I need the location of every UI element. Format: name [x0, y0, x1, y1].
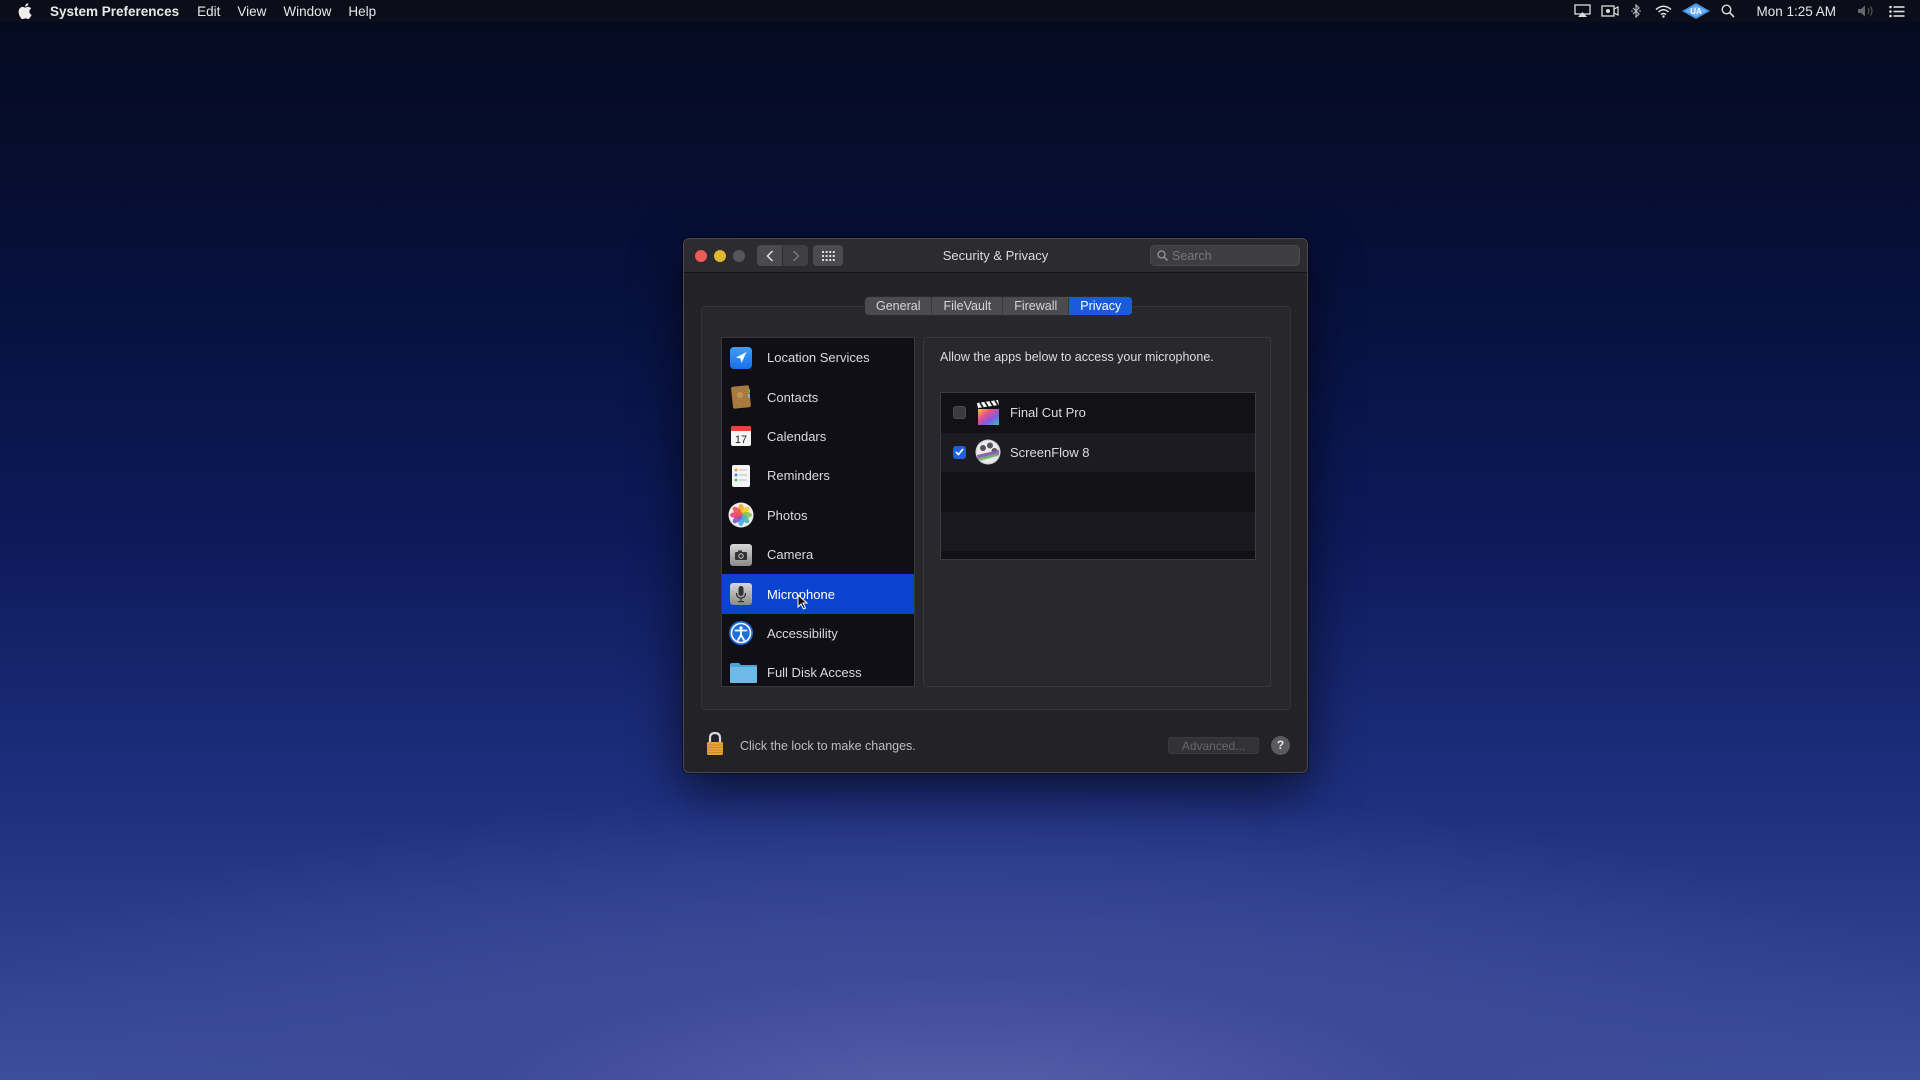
reminders-icon — [728, 463, 754, 489]
app-list: Final Cut Pro ScreenFlow 8 — [940, 392, 1256, 560]
microphone-detail-pane: Allow the apps below to access your micr… — [923, 337, 1271, 687]
notification-center-icon[interactable] — [1882, 0, 1912, 22]
sidebar-item-label: Calendars — [767, 428, 827, 444]
search-input[interactable] — [1172, 248, 1292, 263]
accessibility-icon — [728, 620, 754, 646]
contacts-book-icon — [728, 384, 754, 410]
title-bar[interactable]: Security & Privacy — [684, 239, 1307, 273]
menu-view[interactable]: View — [237, 4, 266, 19]
search-field[interactable] — [1150, 245, 1300, 266]
minimize-button[interactable] — [714, 250, 726, 262]
sidebar-item-accessibility[interactable]: Accessibility — [722, 614, 914, 653]
sidebar-item-microphone[interactable]: Microphone — [722, 574, 914, 614]
screenflow-icon — [974, 438, 1002, 466]
apple-logo-icon[interactable] — [18, 3, 36, 19]
bluetooth-icon[interactable] — [1624, 0, 1648, 22]
help-button[interactable]: ? — [1271, 736, 1290, 755]
show-all-button[interactable] — [813, 245, 843, 266]
mouse-cursor-icon — [797, 593, 809, 615]
app-row-final-cut-pro[interactable]: Final Cut Pro — [941, 393, 1255, 433]
lock-icon[interactable] — [706, 731, 724, 761]
app-checkbox[interactable] — [953, 406, 966, 420]
security-privacy-window: Security & Privacy Ge — [683, 238, 1308, 773]
sidebar-item-camera[interactable]: Camera — [722, 535, 914, 574]
sidebar-item-label: Contacts — [767, 389, 819, 405]
screen-record-icon[interactable] — [1596, 0, 1624, 22]
microphone-icon — [728, 581, 754, 607]
wifi-icon[interactable] — [1648, 0, 1678, 22]
universal-audio-icon[interactable]: UA — [1678, 0, 1714, 22]
folder-icon — [728, 660, 758, 686]
sidebar-item-calendars[interactable]: 17 Calendars — [722, 417, 914, 456]
app-name: Final Cut Pro — [1010, 405, 1086, 421]
app-checkbox[interactable] — [953, 445, 966, 459]
sidebar-item-label: Camera — [767, 547, 814, 563]
sidebar-item-label: Accessibility — [767, 625, 838, 641]
airplay-icon[interactable] — [1568, 0, 1596, 22]
tab-filevault[interactable]: FileVault — [932, 297, 1004, 315]
menu-edit[interactable]: Edit — [197, 4, 220, 19]
camera-icon — [728, 542, 754, 568]
forward-button[interactable] — [783, 245, 808, 266]
privacy-category-list: Location Services Contacts 17 Calendars … — [721, 337, 915, 687]
sidebar-item-label: Reminders — [767, 468, 830, 484]
checkmark-icon — [955, 448, 964, 456]
zoom-button[interactable] — [733, 250, 745, 262]
sidebar-item-location-services[interactable]: Location Services — [722, 338, 914, 377]
menu-help[interactable]: Help — [348, 4, 376, 19]
location-arrow-icon — [728, 345, 754, 371]
close-button[interactable] — [695, 250, 707, 262]
grid-icon — [821, 250, 835, 261]
empty-row — [941, 472, 1255, 512]
sidebar-item-label: Full Disk Access — [767, 665, 862, 681]
back-button[interactable] — [757, 245, 782, 266]
sidebar-item-full-disk-access[interactable]: Full Disk Access — [722, 653, 914, 692]
sidebar-item-photos[interactable]: Photos — [722, 496, 914, 535]
sidebar-item-contacts[interactable]: Contacts — [722, 377, 914, 416]
spotlight-search-icon[interactable] — [1714, 0, 1742, 22]
app-row-screenflow[interactable]: ScreenFlow 8 — [941, 432, 1255, 472]
menu-bar: System Preferences Edit View Window Help… — [0, 0, 1920, 22]
svg-text:UA: UA — [1691, 7, 1703, 16]
volume-icon[interactable] — [1852, 0, 1882, 22]
search-icon — [1157, 250, 1168, 261]
chevron-right-icon — [792, 249, 800, 262]
menu-clock[interactable]: Mon 1:25 AM — [1756, 4, 1836, 19]
tab-privacy[interactable]: Privacy — [1069, 297, 1133, 315]
sidebar-item-label: Location Services — [767, 350, 870, 366]
sidebar-item-label: Photos — [767, 507, 808, 523]
detail-description: Allow the apps below to access your micr… — [940, 350, 1214, 364]
svg-text:17: 17 — [735, 434, 747, 446]
menu-app-name[interactable]: System Preferences — [50, 4, 179, 19]
sidebar-item-reminders[interactable]: Reminders — [722, 456, 914, 495]
calendar-icon: 17 — [728, 423, 754, 449]
tab-general[interactable]: General — [865, 297, 933, 315]
tab-firewall[interactable]: Firewall — [1003, 297, 1070, 315]
tab-bar: General FileVault Firewall Privacy — [865, 297, 1133, 315]
photos-icon — [728, 502, 754, 528]
lock-status-text: Click the lock to make changes. — [740, 739, 916, 753]
final-cut-pro-icon — [974, 399, 1002, 427]
empty-row — [941, 511, 1255, 551]
chevron-left-icon — [765, 249, 773, 262]
advanced-button[interactable]: Advanced... — [1168, 737, 1259, 754]
app-name: ScreenFlow 8 — [1010, 444, 1090, 460]
status-area: UA Mon 1:25 AM — [1568, 0, 1920, 22]
menu-window[interactable]: Window — [283, 4, 331, 19]
